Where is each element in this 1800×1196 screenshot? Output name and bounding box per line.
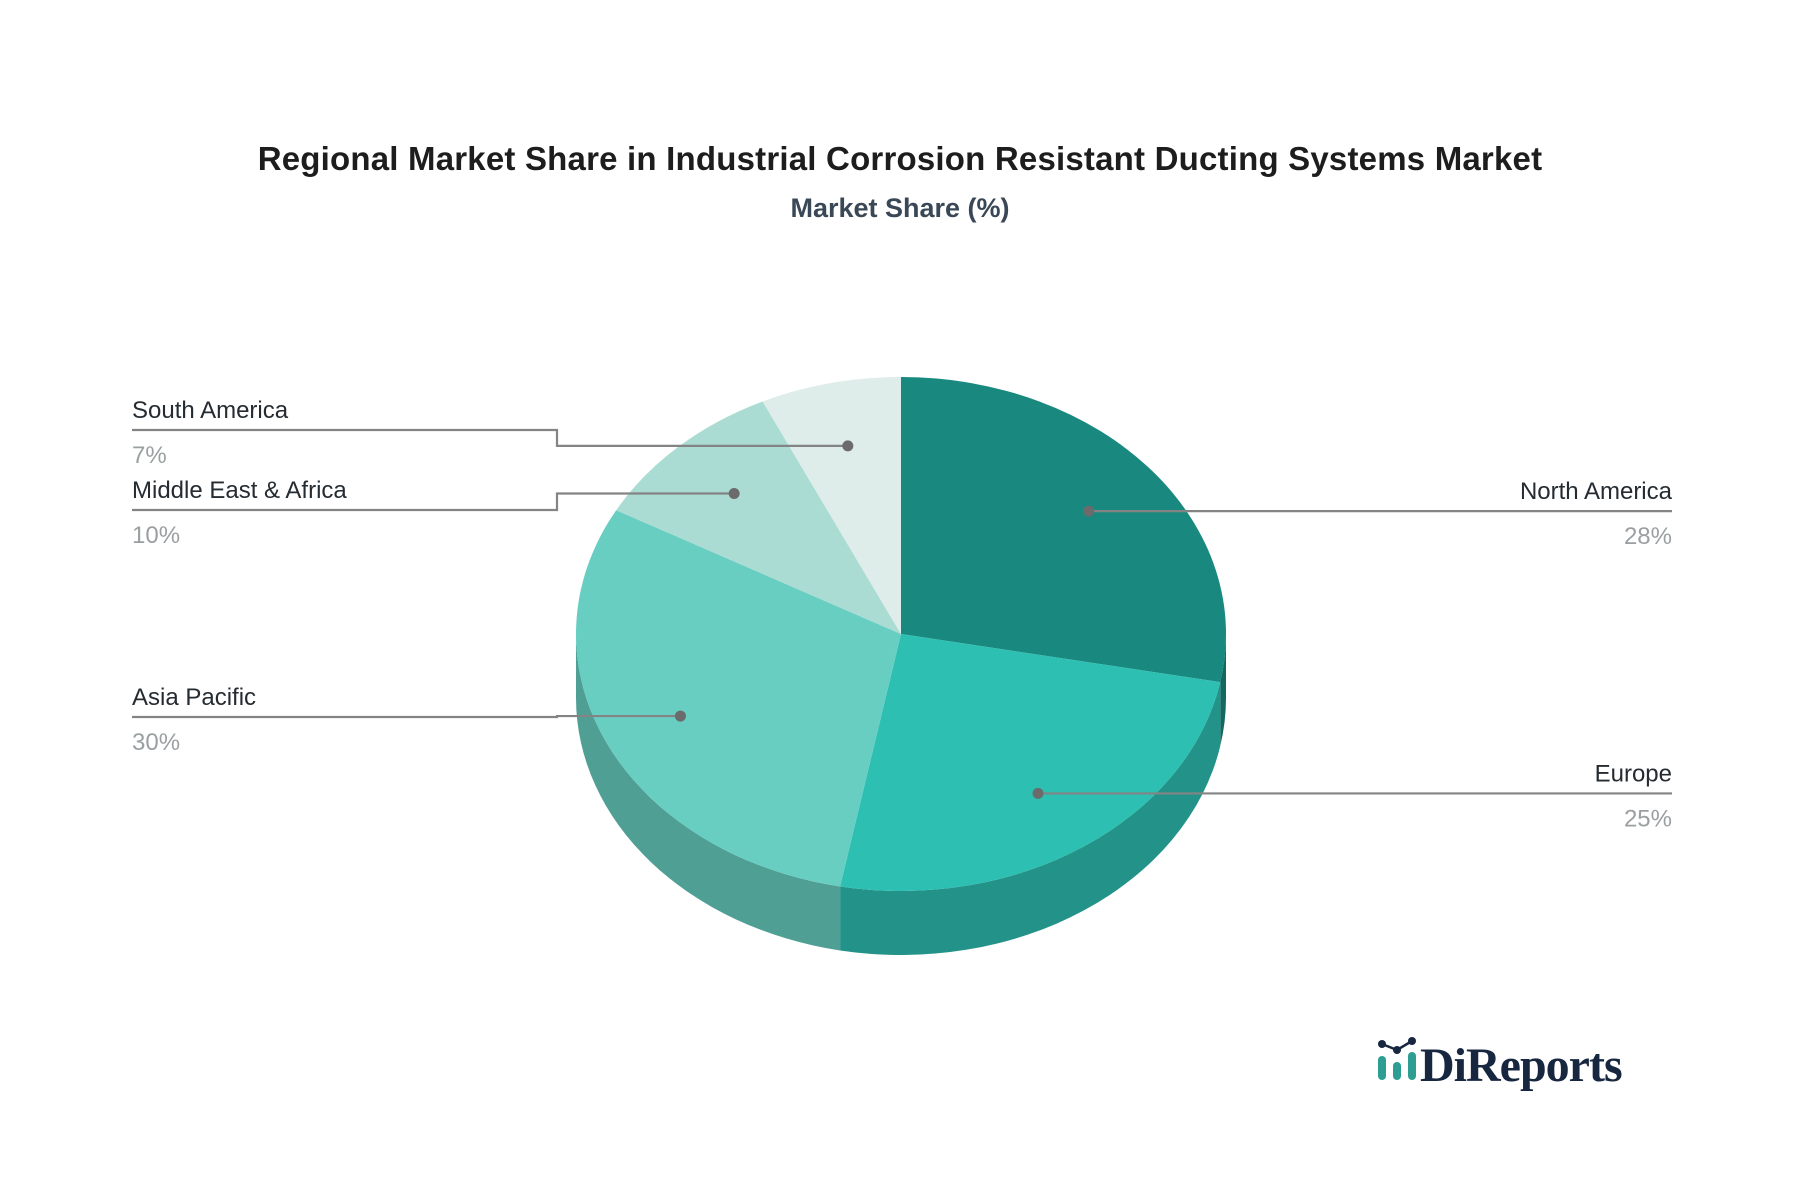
leader-dot-asia-pacific [674, 710, 686, 722]
slice-label-asia-pacific: Asia Pacific [132, 684, 256, 711]
slice-label-north-america: North America [1520, 478, 1673, 505]
leader-line-asia-pacific [132, 714, 681, 719]
slice-label-europe: Europe [1595, 760, 1672, 787]
slice-label-south-america: South America [132, 397, 289, 424]
pie-slice-north-america[interactable] [901, 377, 1227, 683]
slice-pct-middle-east-africa: 10% [132, 522, 180, 549]
slice-pct-north-america: 28% [1624, 523, 1672, 550]
slice-pct-asia-pacific: 30% [132, 729, 180, 756]
leader-dot-north-america [1083, 505, 1095, 517]
slice-pct-europe: 25% [1624, 805, 1672, 832]
chart-canvas: Regional Market Share in Industrial Corr… [0, 0, 1800, 1196]
slice-pct-south-america: 7% [132, 442, 167, 469]
leader-dot-europe [1032, 787, 1044, 799]
pie-chart: North America 28% Europe 25% Asia Pacific 30%… [132, 377, 1673, 955]
leader-dot-middle-east-africa [728, 487, 740, 499]
logo-text: DiReports [1420, 1039, 1623, 1092]
leader-dot-south-america [842, 440, 854, 452]
slice-label-middle-east-africa: Middle East & Africa [132, 477, 347, 504]
bar-chart-trend-icon [1378, 1037, 1416, 1080]
